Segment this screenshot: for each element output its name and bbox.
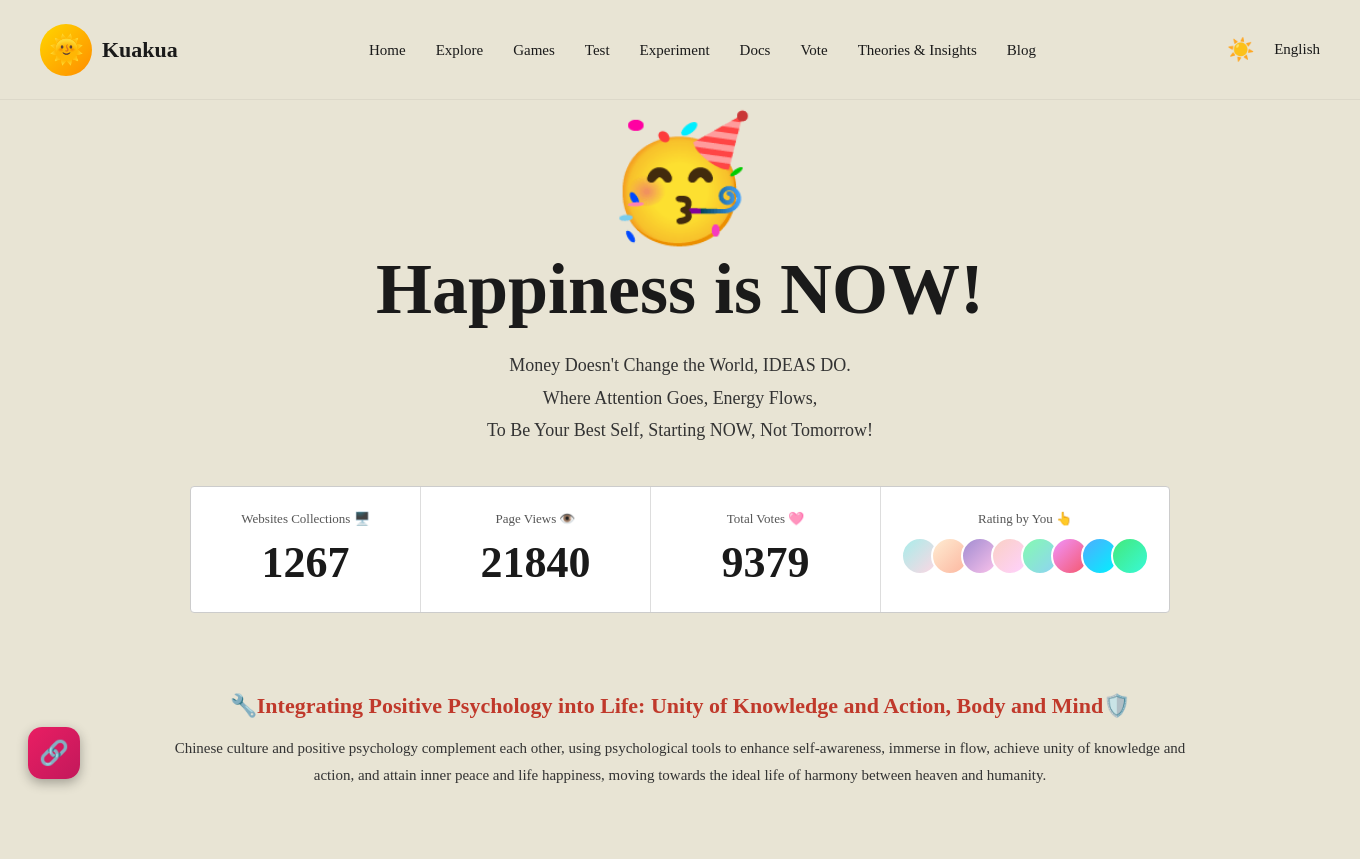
stat-votes-label: Total Votes 🩷 bbox=[671, 511, 860, 527]
stat-rating-label: Rating by You 👆 bbox=[901, 511, 1149, 527]
nav-experiment[interactable]: Experiment bbox=[640, 42, 710, 58]
nav-right: ☀️ English bbox=[1227, 37, 1320, 63]
hero-subtitle: Money Doesn't Change the World, IDEAS DO… bbox=[487, 349, 873, 446]
nav-docs[interactable]: Docs bbox=[740, 42, 771, 58]
bottom-section: 🔧Integrating Positive Psychology into Li… bbox=[130, 693, 1230, 829]
theme-toggle-icon[interactable]: ☀️ bbox=[1227, 37, 1254, 63]
hero-section: 🥳 Happiness is NOW! Money Doesn't Change… bbox=[0, 100, 1360, 693]
nav-blog[interactable]: Blog bbox=[1007, 42, 1036, 58]
stat-rating: Rating by You 👆 bbox=[881, 487, 1169, 612]
stat-websites-value: 1267 bbox=[211, 537, 400, 588]
hero-emoji: 🥳 bbox=[605, 120, 755, 240]
logo-text: Kuakua bbox=[102, 37, 178, 63]
nav-vote[interactable]: Vote bbox=[800, 42, 827, 58]
stat-votes: Total Votes 🩷 9379 bbox=[651, 487, 881, 612]
nav-explore[interactable]: Explore bbox=[436, 42, 483, 58]
link-icon: 🔗 bbox=[39, 739, 69, 767]
stat-websites-label: Websites Collections 🖥️ bbox=[211, 511, 400, 527]
stat-pageviews: Page Views 👁️ 21840 bbox=[421, 487, 651, 612]
integrating-title: 🔧Integrating Positive Psychology into Li… bbox=[170, 693, 1190, 719]
logo-icon: 🌞 bbox=[40, 24, 92, 76]
nav-theories[interactable]: Theories & Insights bbox=[858, 42, 977, 58]
nav-test[interactable]: Test bbox=[585, 42, 610, 58]
nav-home[interactable]: Home bbox=[369, 42, 406, 58]
stat-votes-value: 9379 bbox=[671, 537, 860, 588]
float-button[interactable]: 🔗 bbox=[28, 727, 80, 779]
integrating-description: Chinese culture and positive psychology … bbox=[170, 735, 1190, 789]
nav-games[interactable]: Games bbox=[513, 42, 555, 58]
navbar: 🌞 Kuakua Home Explore Games Test Experim… bbox=[0, 0, 1360, 100]
logo-link[interactable]: 🌞 Kuakua bbox=[40, 24, 178, 76]
hero-title: Happiness is NOW! bbox=[376, 250, 984, 329]
nav-links: Home Explore Games Test Experiment Docs … bbox=[369, 41, 1036, 59]
stat-pageviews-label: Page Views 👁️ bbox=[441, 511, 630, 527]
stat-websites: Websites Collections 🖥️ 1267 bbox=[191, 487, 421, 612]
stats-row: Websites Collections 🖥️ 1267 Page Views … bbox=[190, 486, 1170, 613]
stat-pageviews-value: 21840 bbox=[441, 537, 630, 588]
language-button[interactable]: English bbox=[1274, 41, 1320, 58]
avatar-group bbox=[901, 537, 1149, 575]
avatar-8 bbox=[1111, 537, 1149, 575]
